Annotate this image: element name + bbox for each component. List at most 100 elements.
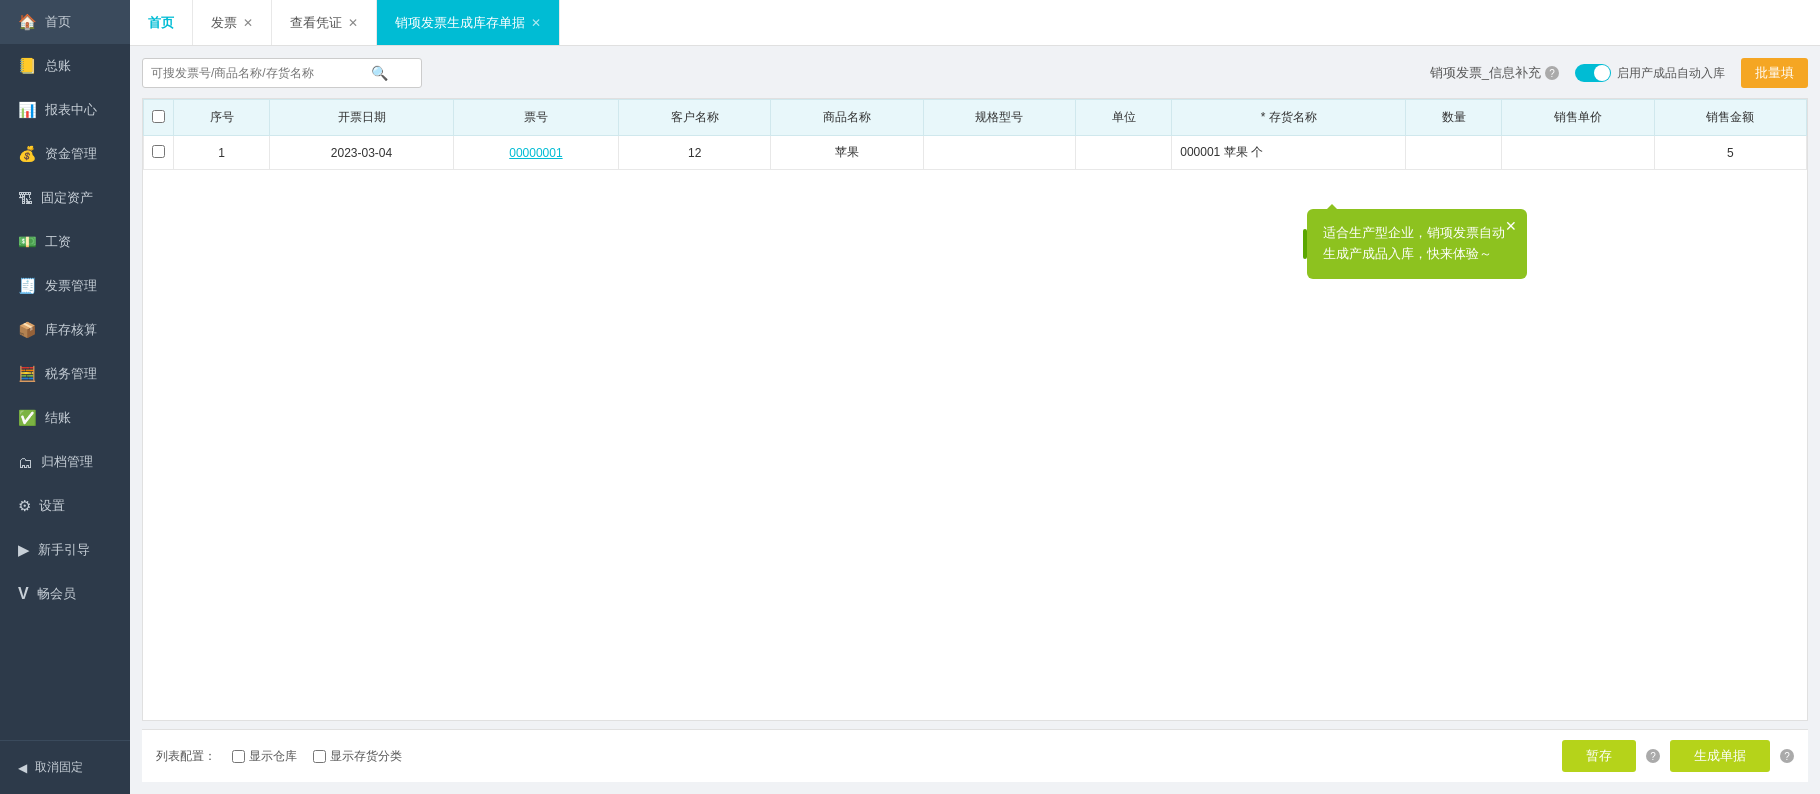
batch-fill-button[interactable]: 批量填 — [1741, 58, 1808, 88]
tab-home[interactable]: 首页 — [130, 0, 193, 45]
show-warehouse-checkbox[interactable] — [232, 750, 245, 763]
toggle-wrap: 启用产成品自动入库 — [1575, 64, 1725, 82]
row-ticket-no-link[interactable]: 00000001 — [509, 146, 562, 160]
col-header-unit: 单位 — [1076, 100, 1172, 136]
tab-bar: 首页 发票 ✕ 查看凭证 ✕ 销项发票生成库存单据 ✕ — [130, 0, 1820, 46]
sidebar-label-ledger: 总账 — [45, 57, 71, 75]
info-label-text: 销项发票_信息补充 — [1430, 64, 1541, 82]
sidebar-item-fixed-assets[interactable]: 🏗 固定资产 — [0, 176, 130, 220]
fixed-assets-icon: 🏗 — [18, 190, 33, 207]
sidebar-item-inventory[interactable]: 📦 库存核算 — [0, 308, 130, 352]
col-header-seq: 序号 — [174, 100, 270, 136]
col-header-inventory: * 存货名称 — [1172, 100, 1406, 136]
search-icon[interactable]: 🔍 — [371, 65, 388, 81]
save-help-icon[interactable]: ? — [1646, 749, 1660, 763]
tooltip-close-button[interactable]: ✕ — [1505, 215, 1517, 237]
data-table: 序号 开票日期 票号 客户名称 商品名称 规格型号 单位 * 存货名称 数量 销… — [143, 99, 1807, 170]
sidebar-item-closing[interactable]: ✅ 结账 — [0, 396, 130, 440]
col-header-amount: 销售金额 — [1654, 100, 1806, 136]
sidebar-label-home: 首页 — [45, 13, 71, 31]
unpin-button[interactable]: ◀ 取消固定 — [0, 749, 130, 786]
sidebar-item-payroll[interactable]: 💵 工资 — [0, 220, 130, 264]
info-label: 销项发票_信息补充 ? — [1430, 64, 1559, 82]
unpin-icon: ◀ — [18, 761, 27, 775]
sidebar-item-guide[interactable]: ▶ 新手引导 — [0, 528, 130, 572]
col-header-date: 开票日期 — [270, 100, 454, 136]
sidebar-item-home[interactable]: 🏠 首页 — [0, 0, 130, 44]
row-qty — [1406, 136, 1502, 170]
row-ticket-no[interactable]: 00000001 — [453, 136, 618, 170]
tab-invoice-close[interactable]: ✕ — [243, 16, 253, 30]
toggle-label: 启用产成品自动入库 — [1617, 65, 1725, 82]
row-customer: 12 — [618, 136, 770, 170]
report-icon: 📊 — [18, 101, 37, 119]
select-all-checkbox[interactable] — [152, 110, 165, 123]
col-header-spec: 规格型号 — [923, 100, 1075, 136]
payroll-icon: 💵 — [18, 233, 37, 251]
row-checkbox-cell — [144, 136, 174, 170]
closing-icon: ✅ — [18, 409, 37, 427]
sidebar-label-vip: 畅会员 — [37, 585, 76, 603]
row-date: 2023-03-04 — [270, 136, 454, 170]
tab-voucher-close[interactable]: ✕ — [348, 16, 358, 30]
sidebar-item-report-center[interactable]: 📊 报表中心 — [0, 88, 130, 132]
tab-invoice[interactable]: 发票 ✕ — [193, 0, 272, 45]
col-header-unit-price: 销售单价 — [1502, 100, 1654, 136]
save-button[interactable]: 暂存 — [1562, 740, 1636, 772]
fund-icon: 💰 — [18, 145, 37, 163]
bottom-left: 列表配置： 显示仓库 显示存货分类 — [156, 748, 402, 765]
sidebar-item-settings[interactable]: ⚙ 设置 — [0, 484, 130, 528]
sidebar: 🏠 首页 📒 总账 📊 报表中心 💰 资金管理 🏗 固定资产 💵 工资 🧾 发票… — [0, 0, 130, 794]
row-unit — [1076, 136, 1172, 170]
row-inventory-name[interactable]: 000001 苹果 个 — [1172, 136, 1406, 170]
ledger-icon: 📒 — [18, 57, 37, 75]
sidebar-item-vip[interactable]: V 畅会员 — [0, 572, 130, 616]
row-product-name: 苹果 — [771, 136, 923, 170]
tab-voucher-label: 查看凭证 — [290, 14, 342, 32]
sidebar-label-settings: 设置 — [39, 497, 65, 515]
toolbar-right: 销项发票_信息补充 ? 启用产成品自动入库 批量填 — [1430, 58, 1808, 88]
auto-warehouse-toggle[interactable] — [1575, 64, 1611, 82]
show-warehouse-text: 显示仓库 — [249, 748, 297, 765]
sidebar-label-guide: 新手引导 — [38, 541, 90, 559]
tab-inventory-close[interactable]: ✕ — [531, 16, 541, 30]
generate-help-icon[interactable]: ? — [1780, 749, 1794, 763]
sidebar-item-archive[interactable]: 🗂 归档管理 — [0, 440, 130, 484]
tooltip-indicator — [1303, 229, 1307, 259]
generate-button[interactable]: 生成单据 — [1670, 740, 1770, 772]
show-category-checkbox[interactable] — [313, 750, 326, 763]
home-icon: 🏠 — [18, 13, 37, 31]
show-warehouse-label[interactable]: 显示仓库 — [232, 748, 297, 765]
table-wrap: 序号 开票日期 票号 客户名称 商品名称 规格型号 单位 * 存货名称 数量 销… — [142, 98, 1808, 721]
vip-icon: V — [18, 585, 29, 603]
row-checkbox[interactable] — [152, 145, 165, 158]
tab-create-inventory[interactable]: 销项发票生成库存单据 ✕ — [377, 0, 560, 45]
show-category-text: 显示存货分类 — [330, 748, 402, 765]
search-box[interactable]: 🔍 — [142, 58, 422, 88]
bottom-bar: 列表配置： 显示仓库 显示存货分类 暂存 ? 生成单据 ? — [142, 729, 1808, 782]
tab-view-voucher[interactable]: 查看凭证 ✕ — [272, 0, 377, 45]
table-row: 1 2023-03-04 00000001 12 苹果 000001 苹果 个 … — [144, 136, 1807, 170]
sidebar-label-inventory: 库存核算 — [45, 321, 97, 339]
sidebar-item-fund-management[interactable]: 💰 资金管理 — [0, 132, 130, 176]
main-area: 首页 发票 ✕ 查看凭证 ✕ 销项发票生成库存单据 ✕ 🔍 销项发票_信息补充 … — [130, 0, 1820, 794]
col-header-qty: 数量 — [1406, 100, 1502, 136]
archive-icon: 🗂 — [18, 454, 33, 471]
sidebar-bottom: ◀ 取消固定 — [0, 740, 130, 794]
col-header-product: 商品名称 — [771, 100, 923, 136]
toggle-knob — [1594, 65, 1610, 81]
tab-invoice-label: 发票 — [211, 14, 237, 32]
search-input[interactable] — [151, 66, 371, 80]
sidebar-item-tax-management[interactable]: 🧮 税务管理 — [0, 352, 130, 396]
row-amount: 5 — [1654, 136, 1806, 170]
invoice-icon: 🧾 — [18, 277, 37, 295]
settings-icon: ⚙ — [18, 497, 31, 515]
row-seq: 1 — [174, 136, 270, 170]
sidebar-item-invoice-management[interactable]: 🧾 发票管理 — [0, 264, 130, 308]
col-header-checkbox — [144, 100, 174, 136]
show-category-label[interactable]: 显示存货分类 — [313, 748, 402, 765]
sidebar-item-general-ledger[interactable]: 📒 总账 — [0, 44, 130, 88]
sidebar-label-payroll: 工资 — [45, 233, 71, 251]
sidebar-label-archive: 归档管理 — [41, 453, 93, 471]
info-icon[interactable]: ? — [1545, 66, 1559, 80]
